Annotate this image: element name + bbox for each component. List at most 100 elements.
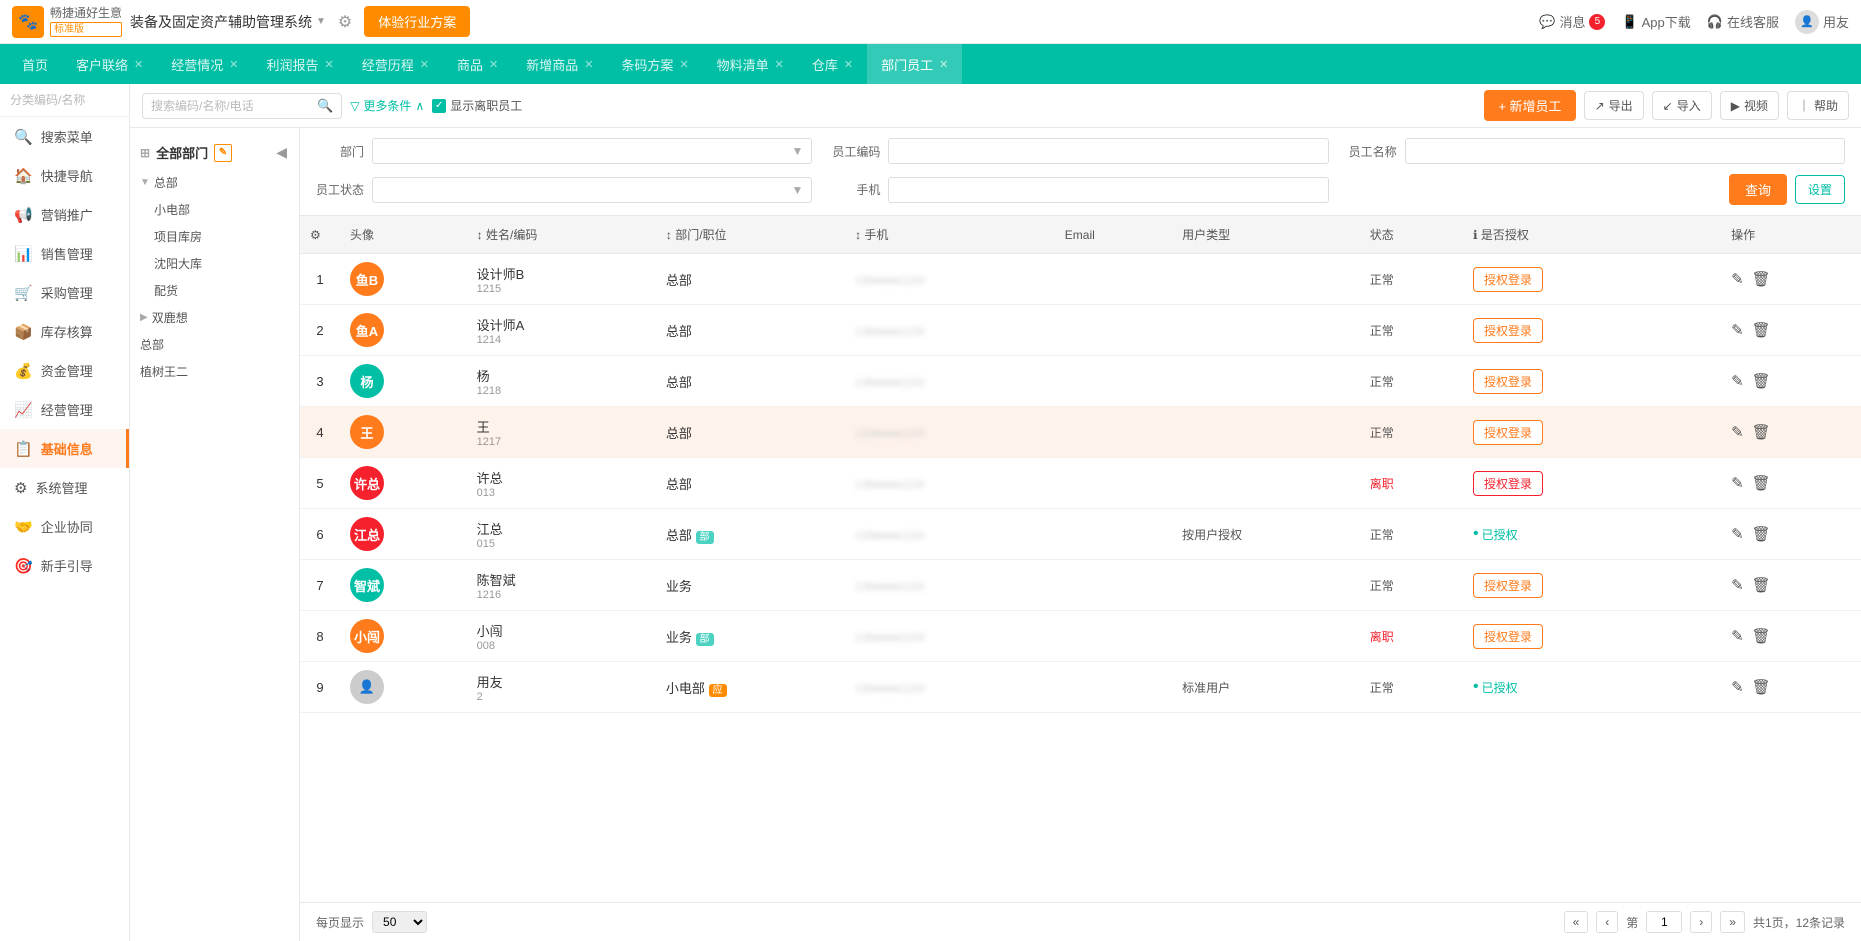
th-name[interactable]: ↕ 姓名/编码	[467, 216, 656, 254]
auth-button[interactable]: 授权登录	[1473, 573, 1543, 598]
more-filter-btn[interactable]: ▽ 更多条件 ∧	[350, 97, 424, 114]
th-phone[interactable]: ↕ 手机	[845, 216, 1055, 254]
help-button[interactable]: ｜ 帮助	[1787, 91, 1849, 120]
dept-node-zhishu[interactable]: 植树王二	[130, 358, 299, 385]
first-page-btn[interactable]: «	[1564, 911, 1589, 933]
auth-button[interactable]: 授权登录	[1473, 369, 1543, 394]
tab-history[interactable]: 经营历程✕	[348, 44, 443, 84]
import-button[interactable]: ↙ 导入	[1652, 91, 1712, 120]
page-input[interactable]	[1646, 911, 1682, 933]
edit-button[interactable]: ✎	[1731, 423, 1744, 441]
edit-button[interactable]: ✎	[1731, 678, 1744, 696]
export-button[interactable]: ↗ 导出	[1584, 91, 1644, 120]
tab-goods[interactable]: 商品✕	[443, 44, 512, 84]
sidebar-search-input[interactable]	[10, 93, 130, 107]
next-page-btn[interactable]: ›	[1690, 911, 1712, 933]
empname-filter-input[interactable]	[1405, 138, 1845, 164]
close-tab-history[interactable]: ✕	[420, 58, 429, 71]
dept-node-project[interactable]: 项目库房	[130, 223, 299, 250]
delete-button[interactable]: 🗑	[1752, 270, 1771, 288]
query-button[interactable]: 查询	[1729, 174, 1787, 205]
auth-button[interactable]: 授权登录	[1473, 267, 1543, 292]
dept-node-peihuo[interactable]: 配货	[130, 277, 299, 304]
th-settings[interactable]: ⚙	[300, 216, 340, 254]
edit-button[interactable]: ✎	[1731, 627, 1744, 645]
dept-node-shenyang[interactable]: 沈阳大库	[130, 250, 299, 277]
sidebar-item-basic[interactable]: 📋 基础信息	[0, 429, 129, 468]
tab-add-goods[interactable]: 新增商品✕	[512, 44, 607, 84]
delete-button[interactable]: 🗑	[1752, 423, 1771, 441]
th-dept[interactable]: ↕ 部门/职位	[656, 216, 845, 254]
edit-button[interactable]: ✎	[1731, 576, 1744, 594]
tab-operation[interactable]: 经营情况✕	[157, 44, 252, 84]
system-name[interactable]: 装备及固定资产辅助管理系统 ▼	[130, 12, 326, 32]
delete-button[interactable]: 🗑	[1752, 627, 1771, 645]
status-filter-select[interactable]: ▼	[372, 177, 812, 203]
edit-button[interactable]: ✎	[1731, 321, 1744, 339]
sidebar-item-ops[interactable]: 📈 经营管理	[0, 390, 129, 429]
sidebar-item-system[interactable]: ⚙ 系统管理	[0, 468, 129, 507]
sidebar-item-search[interactable]: 🔍 搜索菜单	[0, 117, 129, 156]
dept-node-xiaodian[interactable]: 小电部	[130, 196, 299, 223]
video-button[interactable]: ▶ 视频	[1720, 91, 1779, 120]
tab-home[interactable]: 首页	[8, 44, 62, 84]
dept-collapse-btn[interactable]: ◀	[274, 142, 289, 163]
tab-barcode[interactable]: 条码方案✕	[607, 44, 702, 84]
close-tab-add-goods[interactable]: ✕	[584, 58, 593, 71]
dept-filter-select[interactable]: ▼	[372, 138, 812, 164]
sidebar-item-quicknav[interactable]: 🏠 快捷导航	[0, 156, 129, 195]
tab-warehouse[interactable]: 仓库✕	[798, 44, 867, 84]
delete-button[interactable]: 🗑	[1752, 525, 1771, 543]
sidebar-search-box[interactable]: 🔍	[0, 84, 129, 117]
tab-bom[interactable]: 物料清单✕	[703, 44, 798, 84]
sidebar-item-purchase[interactable]: 🛒 采购管理	[0, 273, 129, 312]
auth-button[interactable]: 授权登录	[1473, 624, 1543, 649]
dept-all-label[interactable]: 全部部门	[156, 143, 208, 162]
sidebar-item-sales[interactable]: 📊 销售管理	[0, 234, 129, 273]
prev-page-btn[interactable]: ‹	[1596, 911, 1618, 933]
last-page-btn[interactable]: »	[1720, 911, 1745, 933]
tab-profit[interactable]: 利润报告✕	[252, 44, 347, 84]
close-tab-customer[interactable]: ✕	[134, 58, 143, 71]
message-btn[interactable]: 💬 消息 5	[1539, 12, 1605, 31]
edit-button[interactable]: ✎	[1731, 270, 1744, 288]
edit-button[interactable]: ✎	[1731, 474, 1744, 492]
per-page-select[interactable]: 50 100	[372, 911, 427, 933]
sidebar-item-marketing[interactable]: 📢 营销推广	[0, 195, 129, 234]
trial-button[interactable]: 体验行业方案	[364, 6, 470, 37]
close-tab-operation[interactable]: ✕	[229, 58, 238, 71]
auth-button[interactable]: 授权登录	[1473, 318, 1543, 343]
add-employee-button[interactable]: + 新增员工	[1484, 90, 1575, 121]
close-tab-barcode[interactable]: ✕	[679, 58, 688, 71]
dept-edit-icon[interactable]: ✎	[214, 144, 232, 162]
close-tab-goods[interactable]: ✕	[489, 58, 498, 71]
auth-button[interactable]: 授权登录	[1473, 420, 1543, 445]
phone-filter-input[interactable]	[888, 177, 1328, 203]
delete-button[interactable]: 🗑	[1752, 372, 1771, 390]
delete-button[interactable]: 🗑	[1752, 576, 1771, 594]
dept-node-shuanglux[interactable]: ▶ 双鹿想	[130, 304, 299, 331]
sidebar-item-inventory[interactable]: 📦 库存核算	[0, 312, 129, 351]
sidebar-item-collab[interactable]: 🤝 企业协同	[0, 507, 129, 546]
show-resigned-checkbox[interactable]: ✓ 显示离职员工	[432, 97, 522, 114]
delete-button[interactable]: 🗑	[1752, 678, 1771, 696]
close-tab-bom[interactable]: ✕	[775, 58, 784, 71]
close-tab-employee[interactable]: ✕	[939, 58, 948, 71]
sidebar-item-finance[interactable]: 💰 资金管理	[0, 351, 129, 390]
empcode-filter-input[interactable]	[888, 138, 1328, 164]
search-box[interactable]: 🔍	[142, 93, 342, 119]
gear-button[interactable]: ⚙	[334, 8, 356, 36]
dept-node-zongbu-parent[interactable]: ▼ 总部	[130, 169, 299, 196]
user-menu[interactable]: 👤 用友	[1795, 10, 1849, 34]
search-input[interactable]	[151, 99, 311, 113]
auth-button[interactable]: 授权登录	[1473, 471, 1543, 496]
close-tab-profit[interactable]: ✕	[325, 58, 334, 71]
close-tab-warehouse[interactable]: ✕	[844, 58, 853, 71]
delete-button[interactable]: 🗑	[1752, 321, 1771, 339]
tab-employee[interactable]: 部门员工✕	[867, 44, 962, 84]
app-download-btn[interactable]: 📱 App下载	[1621, 12, 1690, 31]
tab-customer[interactable]: 客户联络✕	[62, 44, 157, 84]
set-button[interactable]: 设置	[1795, 175, 1845, 204]
edit-button[interactable]: ✎	[1731, 372, 1744, 390]
sidebar-item-guide[interactable]: 🎯 新手引导	[0, 546, 129, 585]
